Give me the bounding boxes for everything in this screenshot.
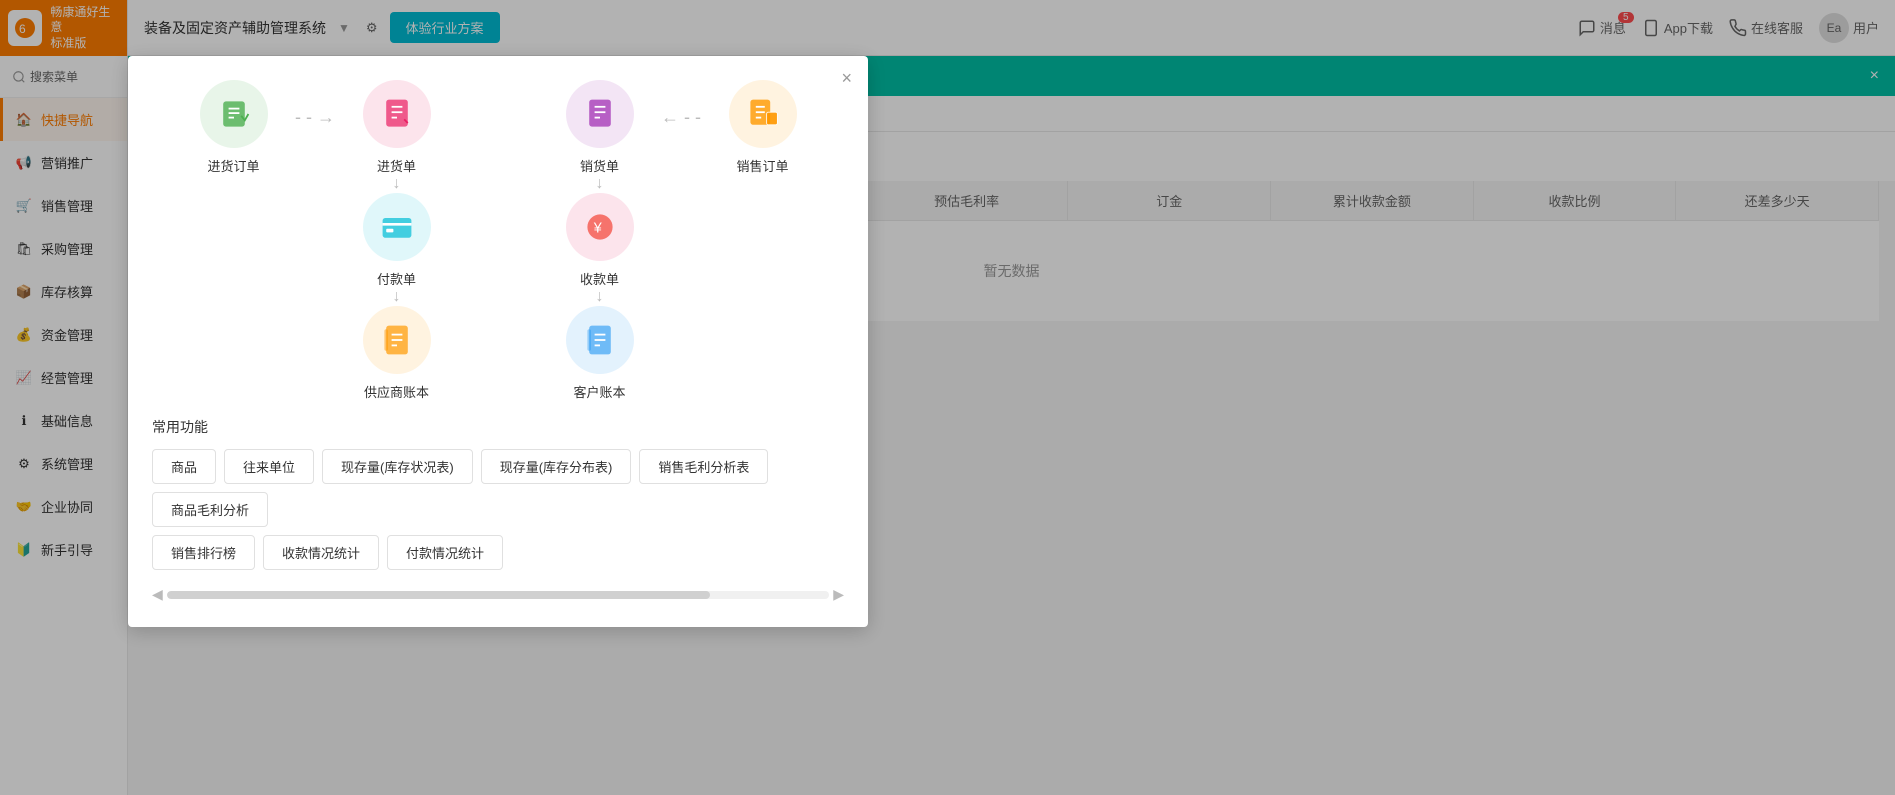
common-functions-section: 常用功能 商品 往来单位 现存量(库存状况表) 现存量(库存分布表) 销售毛利分… — [152, 417, 844, 570]
down-arrow-3: ↓ — [538, 175, 661, 193]
modal-close-button[interactable]: × — [841, 68, 852, 89]
sales-order-label: 销售订单 — [736, 156, 788, 175]
modal-overlay[interactable]: × 进货订单 - - → 进货单 — [0, 0, 1895, 795]
common-buttons-row1: 商品 往来单位 现存量(库存状况表) 现存量(库存分布表) 销售毛利分析表 商品… — [152, 449, 844, 527]
payment-bill-label: 付款单 — [377, 269, 416, 288]
customer-ledger-label: 客户账本 — [573, 382, 625, 401]
receipt-bill-label: 收款单 — [580, 269, 619, 288]
scrollbar-thumb — [167, 591, 710, 599]
common-btn-receipt-stats[interactable]: 收款情况统计 — [263, 535, 379, 570]
supplier-ledger-label: 供应商账本 — [364, 382, 429, 401]
down-arrow-1 — [172, 175, 295, 193]
svg-text:¥: ¥ — [592, 220, 602, 236]
common-btn-sales-rank[interactable]: 销售排行榜 — [152, 535, 255, 570]
sales-bill-icon — [566, 80, 634, 148]
flow-supplier-ledger[interactable]: 供应商账本 — [335, 306, 458, 401]
common-buttons-row2: 销售排行榜 收款情况统计 付款情况统计 — [152, 535, 844, 570]
arrow-purchase-order-to-bill: - - → — [295, 107, 335, 148]
common-btn-payment-stats[interactable]: 付款情况统计 — [387, 535, 503, 570]
flow-customer-ledger[interactable]: 客户账本 — [538, 306, 661, 401]
common-btn-stock-dist[interactable]: 现存量(库存分布表) — [481, 449, 632, 484]
common-btn-stock-status[interactable]: 现存量(库存状况表) — [322, 449, 473, 484]
scrollbar-track[interactable] — [167, 591, 829, 599]
sales-bill-label: 销货单 — [580, 156, 619, 175]
modal-scrollbar-container: ◀ ▶ — [152, 586, 844, 603]
common-btn-counterpart[interactable]: 往来单位 — [224, 449, 314, 484]
flow-purchase-bill[interactable]: 进货单 — [335, 80, 458, 175]
purchase-order-label: 进货订单 — [207, 156, 259, 175]
flow-payment-bill[interactable]: 付款单 — [335, 193, 458, 288]
quick-nav-modal: × 进货订单 - - → 进货单 — [128, 56, 868, 627]
purchase-bill-icon — [363, 80, 431, 148]
purchase-bill-label: 进货单 — [377, 156, 416, 175]
common-btn-sales-profit[interactable]: 销售毛利分析表 — [639, 449, 768, 484]
scroll-right-button[interactable]: ▶ — [833, 586, 844, 603]
down-arrow-2: ↓ — [335, 175, 458, 193]
purchase-order-icon — [200, 80, 268, 148]
flow-sales-bill[interactable]: 销货单 — [538, 80, 661, 175]
scroll-left-button[interactable]: ◀ — [152, 586, 163, 603]
receipt-bill-icon: ¥ — [566, 193, 634, 261]
flow-purchase-order[interactable]: 进货订单 — [172, 80, 295, 175]
common-btn-product-profit[interactable]: 商品毛利分析 — [152, 492, 268, 527]
arrow-sales-order-to-bill: ← - - — [661, 107, 701, 148]
flow-receipt-bill[interactable]: ¥ 收款单 — [538, 193, 661, 288]
flow-sales-order[interactable]: 销售订单 — [701, 80, 824, 175]
customer-ledger-icon — [566, 306, 634, 374]
flow-gap-1 — [458, 118, 538, 138]
down-arrow-5: ↓ — [538, 288, 661, 306]
common-btn-product[interactable]: 商品 — [152, 449, 216, 484]
payment-bill-icon — [363, 193, 431, 261]
down-arrow-4: ↓ — [335, 288, 458, 306]
common-section-title: 常用功能 — [152, 417, 844, 437]
supplier-ledger-icon — [363, 306, 431, 374]
sales-order-icon — [729, 80, 797, 148]
